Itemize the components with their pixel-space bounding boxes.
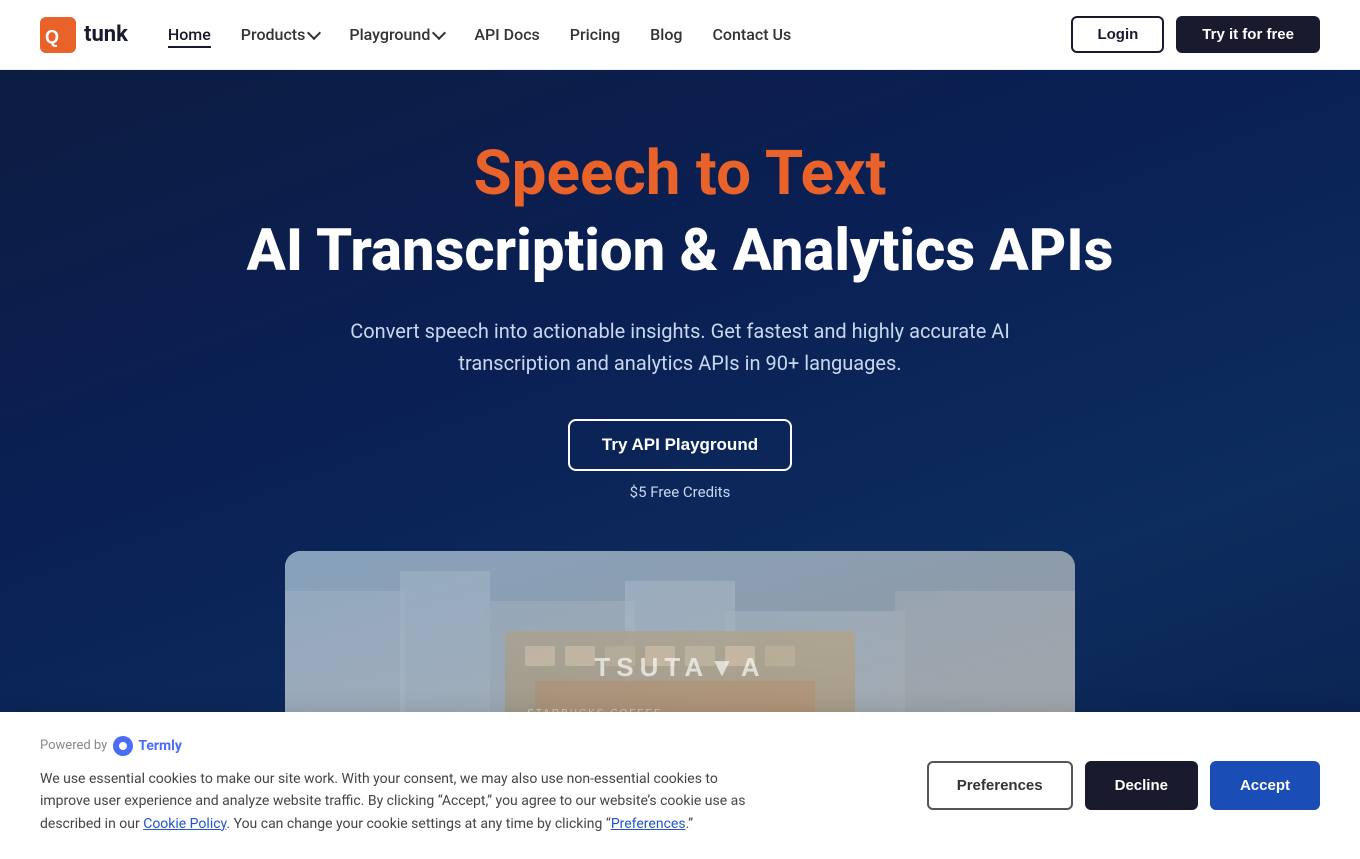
- powered-by: Powered by Termly: [40, 736, 760, 756]
- nav-home-link[interactable]: Home: [168, 25, 211, 48]
- playground-chevron-down-icon: [432, 25, 446, 39]
- logo-link[interactable]: Q tunk: [40, 17, 128, 53]
- cookie-left: Powered by Termly We use essential cooki…: [40, 736, 760, 835]
- cookie-text: We use essential cookies to make our sit…: [40, 768, 760, 835]
- termly-logo: Termly: [113, 736, 182, 756]
- hero-title-white: AI Transcription & Analytics APIs: [247, 218, 1114, 285]
- powered-by-label: Powered by: [40, 738, 107, 753]
- nav-api-docs-link[interactable]: API Docs: [474, 25, 539, 44]
- try-free-button[interactable]: Try it for free: [1176, 16, 1320, 53]
- hero-credits: $5 Free Credits: [630, 483, 731, 501]
- login-button[interactable]: Login: [1071, 16, 1164, 53]
- svg-text:TSUTA▼A: TSUTA▼A: [594, 652, 765, 682]
- preferences-inline-link[interactable]: Preferences: [611, 816, 686, 832]
- cookie-text-part2: . You can change your cookie settings at…: [226, 816, 610, 832]
- svg-text:Q: Q: [45, 27, 59, 47]
- nav-products-dropdown[interactable]: Products: [241, 25, 320, 44]
- hero-title-orange: Speech to Text: [473, 140, 886, 208]
- nav-pricing-link[interactable]: Pricing: [570, 25, 620, 44]
- preferences-button[interactable]: Preferences: [927, 761, 1073, 810]
- nav-contact-link[interactable]: Contact Us: [712, 25, 791, 44]
- nav-item-blog[interactable]: Blog: [650, 25, 682, 44]
- brand-name: tunk: [84, 22, 128, 47]
- termly-icon: [113, 736, 133, 756]
- nav-playground-dropdown[interactable]: Playground: [349, 25, 444, 44]
- nav-products-link[interactable]: Products: [241, 25, 306, 44]
- nav-links: Home Products Playground API Docs Pricin…: [168, 25, 791, 44]
- nav-playground-link[interactable]: Playground: [349, 25, 430, 44]
- cta-playground-button[interactable]: Try API Playground: [568, 419, 792, 471]
- navbar-left: Q tunk Home Products Playground AP: [40, 17, 791, 53]
- cookie-buttons: Preferences Decline Accept: [927, 761, 1320, 810]
- nav-blog-link[interactable]: Blog: [650, 25, 682, 44]
- accept-button[interactable]: Accept: [1210, 761, 1320, 810]
- nav-item-products[interactable]: Products: [241, 25, 320, 44]
- cookie-policy-link[interactable]: Cookie Policy: [143, 816, 226, 832]
- navbar-right: Login Try it for free: [1071, 16, 1320, 53]
- hero-subtitle: Convert speech into actionable insights.…: [320, 315, 1040, 379]
- navbar: Q tunk Home Products Playground AP: [0, 0, 1360, 70]
- termly-name: Termly: [138, 738, 182, 754]
- cookie-banner: Powered by Termly We use essential cooki…: [0, 712, 1360, 859]
- nav-item-playground[interactable]: Playground: [349, 25, 444, 44]
- nav-item-pricing[interactable]: Pricing: [570, 25, 620, 44]
- nav-item-contact[interactable]: Contact Us: [712, 25, 791, 44]
- termly-icon-inner: [119, 742, 127, 750]
- nav-item-home[interactable]: Home: [168, 25, 211, 44]
- nav-item-api-docs[interactable]: API Docs: [474, 25, 539, 44]
- decline-button[interactable]: Decline: [1085, 761, 1198, 810]
- cookie-text-part3: .”: [686, 816, 694, 832]
- tunk-logo-icon: Q: [40, 17, 76, 53]
- products-chevron-down-icon: [307, 25, 321, 39]
